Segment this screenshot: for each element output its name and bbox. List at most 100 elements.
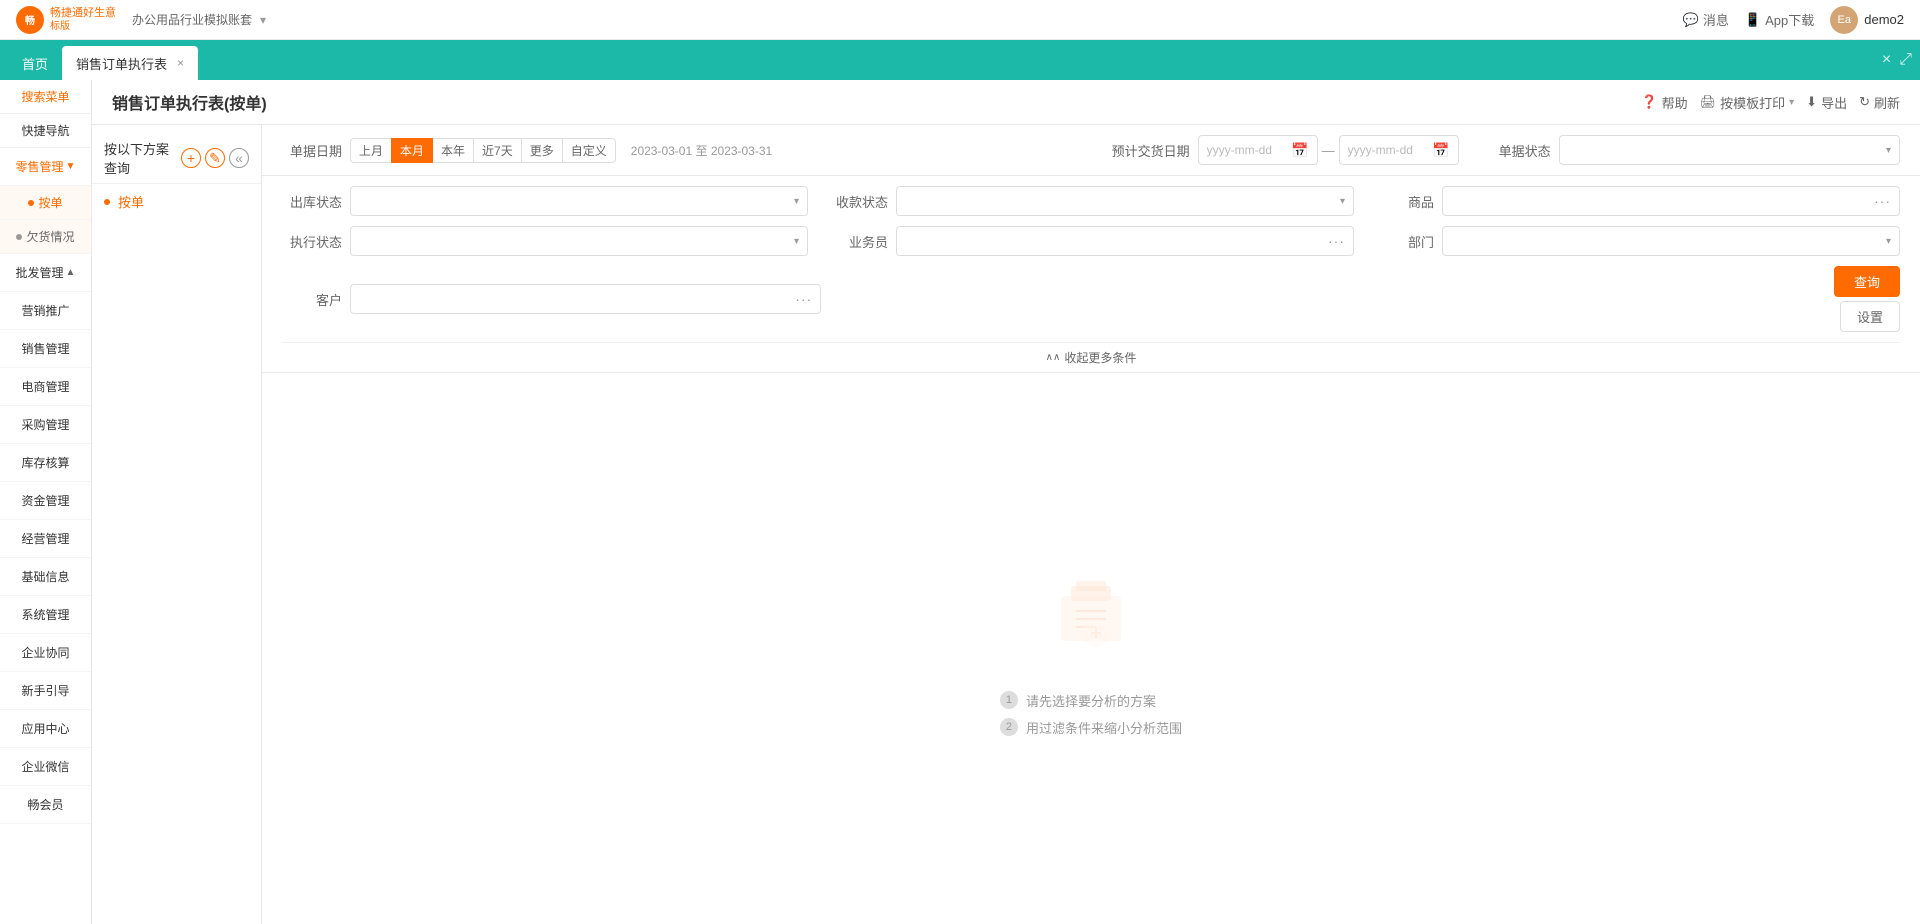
sidebar-item-marketing[interactable]: 营销推广 <box>0 292 91 330</box>
empty-tip-2: 2 用过滤条件来缩小分析范围 <box>1000 718 1182 737</box>
tab-maximize-icon[interactable]: ⤢ <box>1899 51 1912 69</box>
tip-text-2: 用过滤条件来缩小分析范围 <box>1026 718 1182 737</box>
tab-close-icon[interactable]: × <box>177 56 184 70</box>
page-title-bar: 销售订单执行表(按单) ❓ 帮助 🖨 按模板打印 ▾ ⬇ 导出 ↻ 刷新 <box>92 80 1920 125</box>
salesperson-ellipsis: ··· <box>1328 233 1345 249</box>
scheme-collapse-button[interactable]: « <box>229 148 249 168</box>
collapse-bar: ∧∧ 收起更多条件 <box>282 342 1900 372</box>
sidebar-item-basic[interactable]: 基础信息 <box>0 558 91 596</box>
filter-row-1: 出库状态 ▾ 收款状态 ▾ <box>282 186 1900 216</box>
header-left: 畅 畅捷通好生意 标版 办公用品行业模拟账套 ▾ <box>16 6 266 34</box>
sidebar-quick-nav[interactable]: 快捷导航 <box>0 114 91 148</box>
salesperson-select[interactable]: ··· <box>896 226 1354 256</box>
sidebar-item-apps[interactable]: 应用中心 <box>0 710 91 748</box>
salesperson-label: 业务员 <box>828 232 888 251</box>
sidebar-item-operations[interactable]: 经营管理 <box>0 520 91 558</box>
sidebar-search[interactable]: 搜索菜单 <box>0 80 91 114</box>
filter-product: 商品 ··· <box>1374 186 1900 216</box>
shipping-status-label: 出库状态 <box>282 192 342 211</box>
filter-shipping-status: 出库状态 ▾ <box>282 186 808 216</box>
sidebar-item-ecommerce[interactable]: 电商管理 <box>0 368 91 406</box>
scheme-item-byorder[interactable]: 按单 <box>92 184 261 219</box>
date-filter: 上月 本月 本年 近7天 更多 自定义 <box>350 138 615 163</box>
tab-close-all-icon[interactable]: × <box>1882 51 1891 69</box>
sidebar-item-system[interactable]: 系统管理 <box>0 596 91 634</box>
payment-chevron: ▾ <box>1340 196 1345 207</box>
sidebar-item-enterprise[interactable]: 企业协同 <box>0 634 91 672</box>
date-btn-this-year[interactable]: 本年 <box>432 138 474 163</box>
tabs-bar: 首页 销售订单执行表 × × ⤢ <box>0 40 1920 80</box>
sidebar-item-purchase[interactable]: 采购管理 <box>0 406 91 444</box>
sidebar-item-wholesale[interactable]: 批发管理 ▲ <box>0 254 91 292</box>
product-label: 商品 <box>1374 192 1434 211</box>
filter-execution-status: 执行状态 ▾ <box>282 226 808 256</box>
scheme-add-button[interactable]: + <box>181 148 201 168</box>
collapse-button[interactable]: ∧∧ 收起更多条件 <box>1046 349 1137 366</box>
order-status-chevron: ▾ <box>1886 145 1891 156</box>
product-ellipsis: ··· <box>1874 193 1891 209</box>
expected-date-start[interactable]: yyyy-mm-dd 📅 <box>1198 135 1318 165</box>
department-select[interactable]: ▾ <box>1442 226 1900 256</box>
export-button[interactable]: ⬇ 导出 <box>1806 93 1847 112</box>
customer-label: 客户 <box>282 290 342 309</box>
date-btn-last7[interactable]: 近7天 <box>473 138 522 163</box>
app-download-button[interactable]: 📱 App下载 <box>1745 10 1814 29</box>
calendar-start-icon[interactable]: 📅 <box>1291 142 1308 159</box>
filter-payment-status: 收款状态 ▾ <box>828 186 1354 216</box>
avatar: Ea <box>1830 6 1858 34</box>
payment-status-select[interactable]: ▾ <box>896 186 1354 216</box>
sidebar-item-retail[interactable]: 零售管理 ▼ <box>0 148 91 186</box>
tab-home[interactable]: 首页 <box>8 46 62 80</box>
sidebar-item-inventory[interactable]: 库存核算 <box>0 444 91 482</box>
user-area[interactable]: Ea demo2 <box>1830 6 1904 34</box>
shipping-status-select[interactable]: ▾ <box>350 186 808 216</box>
order-status-select[interactable]: ▾ <box>1559 135 1900 165</box>
sidebar-item-member[interactable]: 畅会员 <box>0 786 91 824</box>
sidebar-item-newbie[interactable]: 新手引导 <box>0 672 91 710</box>
logo-area: 畅 畅捷通好生意 标版 <box>16 6 116 34</box>
query-actions: 查询 设置 <box>1834 266 1900 332</box>
date-btn-last-month[interactable]: 上月 <box>350 138 392 163</box>
collapse-text: 收起更多条件 <box>1064 349 1136 366</box>
date-label: 单据日期 <box>282 141 342 160</box>
tab-sales-order[interactable]: 销售订单执行表 × <box>62 46 198 80</box>
message-button[interactable]: 💬 消息 <box>1683 10 1729 29</box>
page-title-actions: ❓ 帮助 🖨 按模板打印 ▾ ⬇ 导出 ↻ 刷新 <box>1641 93 1900 112</box>
tip-num-1: 1 <box>1000 691 1018 709</box>
scheme-edit-button[interactable]: ✎ <box>205 148 225 168</box>
main-layout: 搜索菜单 快捷导航 零售管理 ▼ 按单 欠货情况 批发管理 ▲ 营销推广 销售管 <box>0 80 1920 924</box>
download-icon: 📱 <box>1745 12 1761 28</box>
message-icon: 💬 <box>1683 12 1699 28</box>
date-dash: — <box>1322 143 1335 158</box>
sidebar-item-debt[interactable]: 欠货情况 <box>0 220 91 254</box>
query-button[interactable]: 查询 <box>1834 266 1900 297</box>
customer-select[interactable]: ··· <box>350 284 821 314</box>
sidebar-item-finance[interactable]: 资金管理 <box>0 482 91 520</box>
sidebar-item-sales[interactable]: 销售管理 <box>0 330 91 368</box>
scheme-panel: 按以下方案查询 + ✎ « 按单 <box>92 125 262 924</box>
date-btn-more[interactable]: 更多 <box>521 138 563 163</box>
print-button[interactable]: 🖨 按模板打印 ▾ <box>1700 93 1795 112</box>
customer-ellipsis: ··· <box>795 291 812 307</box>
sidebar-item-order[interactable]: 按单 <box>0 186 91 220</box>
date-btn-this-month[interactable]: 本月 <box>391 138 433 163</box>
expected-date-end[interactable]: yyyy-mm-dd 📅 <box>1339 135 1459 165</box>
settings-button[interactable]: 设置 <box>1840 301 1900 332</box>
app-title: 办公用品行业模拟账套 <box>132 11 252 28</box>
filter-row-2: 执行状态 ▾ 业务员 ··· <box>282 226 1900 256</box>
print-icon: 🖨 <box>1700 94 1717 110</box>
print-dropdown-icon[interactable]: ▾ <box>1789 97 1794 108</box>
date-btn-custom[interactable]: 自定义 <box>562 138 616 163</box>
filter-salesperson: 业务员 ··· <box>828 226 1354 256</box>
sidebar-submenu-retail: 按单 欠货情况 <box>0 186 91 254</box>
product-select[interactable]: ··· <box>1442 186 1900 216</box>
help-button[interactable]: ❓ 帮助 <box>1641 93 1687 112</box>
help-icon: ❓ <box>1641 94 1657 110</box>
execution-status-select[interactable]: ▾ <box>350 226 808 256</box>
calendar-end-icon[interactable]: 📅 <box>1432 142 1449 159</box>
scheme-header: 按以下方案查询 + ✎ « <box>92 133 261 184</box>
app-title-dropdown[interactable]: ▾ <box>260 13 266 27</box>
page-title: 销售订单执行表(按单) <box>112 90 267 114</box>
sidebar-item-wechat[interactable]: 企业微信 <box>0 748 91 786</box>
refresh-button[interactable]: ↻ 刷新 <box>1859 93 1900 112</box>
